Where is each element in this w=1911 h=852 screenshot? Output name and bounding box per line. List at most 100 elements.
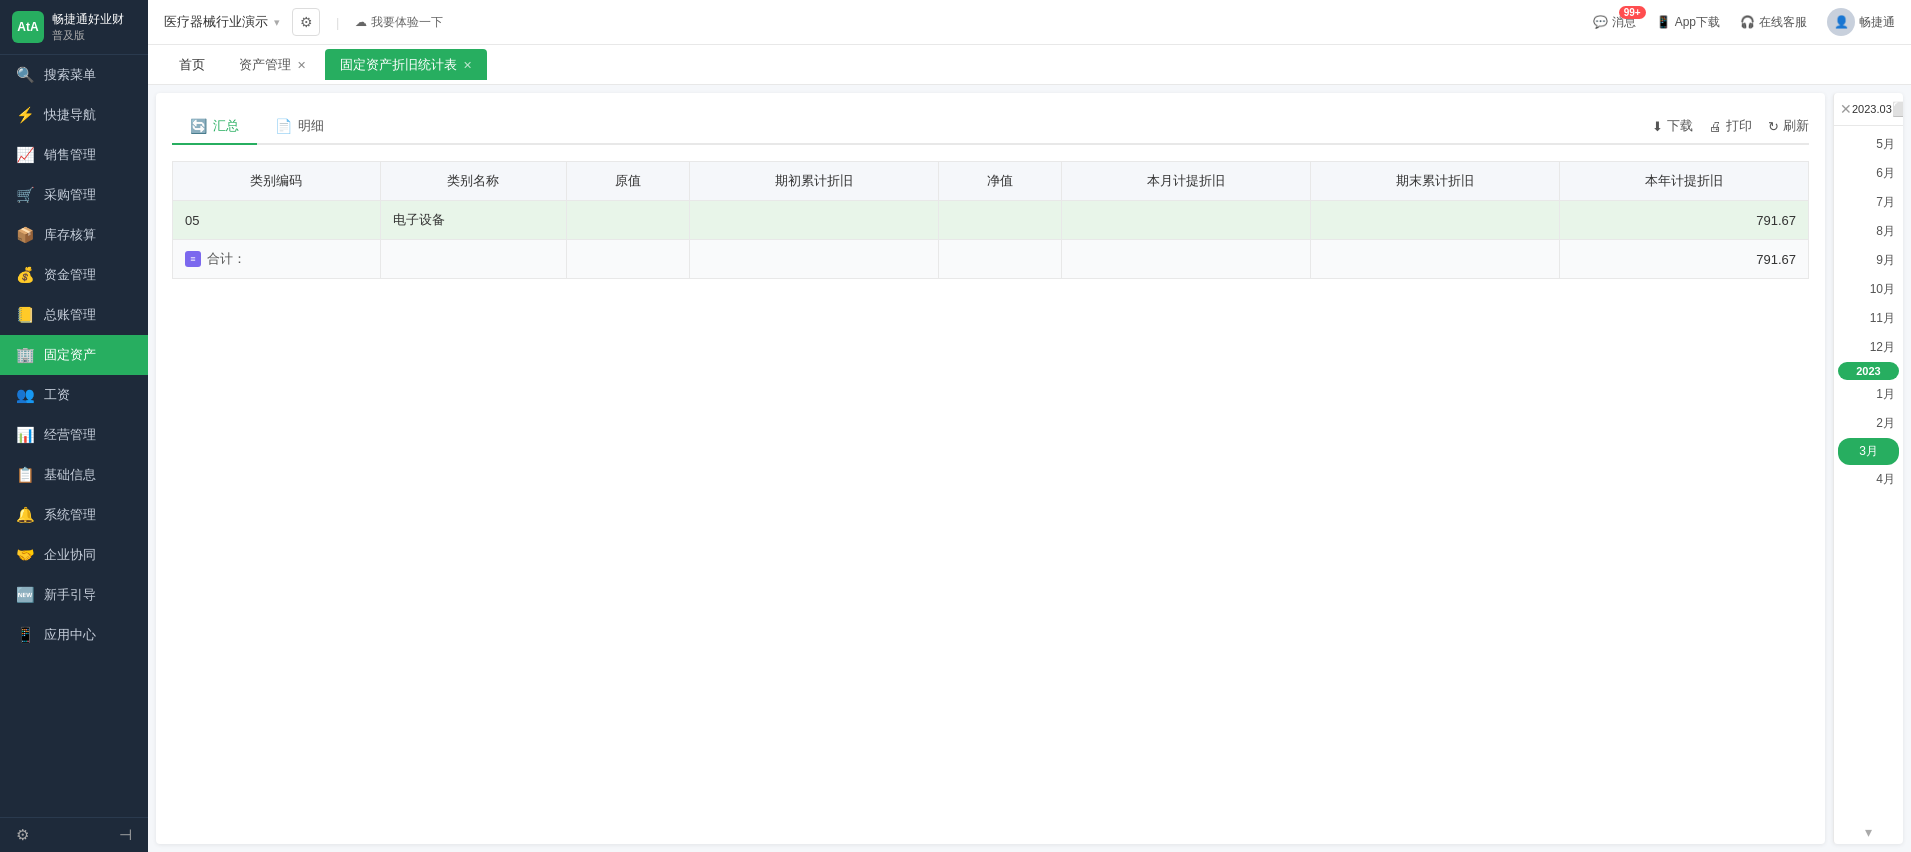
sidebar-item-enterprise[interactable]: 🤝 企业协同 [0,535,148,575]
enterprise-icon: 🤝 [16,546,34,564]
month-item-7[interactable]: 7月 [1834,188,1903,217]
sidebar-item-purchase[interactable]: 🛒 采购管理 [0,175,148,215]
print-icon: 🖨 [1709,119,1722,134]
total-label-cell: ≡ 合计： [173,240,381,279]
sub-tab-detail[interactable]: 📄 明细 [257,109,342,145]
content-area: 🔄 汇总 📄 明细 ⬇ 下载 🖨 打印 [148,85,1911,852]
refresh-icon: ↻ [1768,119,1779,134]
print-btn[interactable]: 🖨 打印 [1709,117,1752,135]
col-header-monthly-dep: 本月计提折旧 [1062,162,1311,201]
inventory-icon: 📦 [16,226,34,244]
cell-code: 05 [173,201,381,240]
settings-btn[interactable]: ⚙ [292,8,320,36]
logo-icon: AtA [12,11,44,43]
month-item-1[interactable]: 1月 [1834,380,1903,409]
payroll-icon: 👥 [16,386,34,404]
sidebar-item-basic-info[interactable]: 📋 基础信息 [0,455,148,495]
company-selector[interactable]: 医疗器械行业演示 ▾ [164,13,280,31]
user-avatar: 👤 [1827,8,1855,36]
col-header-net: 净值 [939,162,1062,201]
tab-home[interactable]: 首页 [164,49,220,80]
download-report-btn[interactable]: ⬇ 下载 [1652,117,1693,135]
month-item-2[interactable]: 2月 [1834,409,1903,438]
logo-text: 畅捷通好业财 普及版 [52,12,124,42]
sidebar-item-system[interactable]: 🔔 系统管理 [0,495,148,535]
sub-tab-summary[interactable]: 🔄 汇总 [172,109,257,145]
total-icon: ≡ [185,251,201,267]
sidebar-item-operations[interactable]: 📊 经营管理 [0,415,148,455]
message-btn[interactable]: 💬 消息 99+ [1593,14,1636,31]
sidebar-item-fixed-assets[interactable]: 🏢 固定资产 [0,335,148,375]
summary-icon: 🔄 [190,118,207,134]
sidebar-item-inventory[interactable]: 📦 库存核算 [0,215,148,255]
experience-btn[interactable]: ☁ 我要体验一下 [355,14,443,31]
col-header-annual-dep: 本年计提折旧 [1560,162,1809,201]
message-icon: 💬 [1593,15,1608,29]
download-btn[interactable]: 📱 App下载 [1656,14,1720,31]
table-row[interactable]: 05 电子设备 791.67 [173,201,1809,240]
sidebar-item-app-center[interactable]: 📱 应用中心 [0,615,148,655]
month-item-10[interactable]: 10月 [1834,275,1903,304]
user-menu[interactable]: 👤 畅捷通 [1827,8,1895,36]
toolbar: ⬇ 下载 🖨 打印 ↻ 刷新 [1652,117,1809,135]
side-panel-close-btn[interactable]: ✕ [1840,101,1852,117]
basic-info-icon: 📋 [16,466,34,484]
sidebar-item-payroll[interactable]: 👥 工资 [0,375,148,415]
breadcrumb-tabs: 首页 资产管理 ✕ 固定资产折旧统计表 ✕ [148,45,1911,85]
tab-fixed-asset-report[interactable]: 固定资产折旧统计表 ✕ [325,49,487,80]
main-area: 医疗器械行业演示 ▾ ⚙ | ☁ 我要体验一下 💬 消息 99+ 📱 App下载… [148,0,1911,852]
sidebar-item-ledger[interactable]: 📒 总账管理 [0,295,148,335]
operations-icon: 📊 [16,426,34,444]
settings-footer-btn[interactable]: ⚙ [16,826,29,844]
total-period-dep [1311,240,1560,279]
cell-net [939,201,1062,240]
finance-icon: 💰 [16,266,34,284]
total-net [939,240,1062,279]
download-report-icon: ⬇ [1652,119,1663,134]
app-logo: AtA 畅捷通好业财 普及版 [0,0,148,55]
month-item-3[interactable]: 3月 [1838,438,1899,465]
service-icon: 🎧 [1740,15,1755,29]
sidebar-item-finance[interactable]: 💰 资金管理 [0,255,148,295]
side-panel-scroll: 5月 6月 7月 8月 9月 10月 11月 12月 2023 1月 2月 3月… [1834,126,1903,820]
month-item-12[interactable]: 12月 [1834,333,1903,362]
month-item-11[interactable]: 11月 [1834,304,1903,333]
tab-asset-mgmt[interactable]: 资产管理 ✕ [224,49,321,80]
month-item-6[interactable]: 6月 [1834,159,1903,188]
month-item-4[interactable]: 4月 [1834,465,1903,494]
cell-acc-dep [690,201,939,240]
cell-annual-dep: 791.67 [1560,201,1809,240]
download-icon: 📱 [1656,15,1671,29]
month-item-9[interactable]: 9月 [1834,246,1903,275]
sidebar-item-guide[interactable]: 🆕 新手引导 [0,575,148,615]
purchase-icon: 🛒 [16,186,34,204]
month-item-5[interactable]: 5月 [1834,130,1903,159]
total-row: ≡ 合计： 791.67 [173,240,1809,279]
top-nav: 医疗器械行业演示 ▾ ⚙ | ☁ 我要体验一下 💬 消息 99+ 📱 App下载… [148,0,1911,45]
ledger-icon: 📒 [16,306,34,324]
company-dropdown-icon: ▾ [274,16,280,29]
cell-name: 电子设备 [380,201,566,240]
col-header-code: 类别编码 [173,162,381,201]
month-item-8[interactable]: 8月 [1834,217,1903,246]
total-name [380,240,566,279]
col-header-name: 类别名称 [380,162,566,201]
tab-fixed-asset-report-close[interactable]: ✕ [463,59,472,72]
refresh-btn[interactable]: ↻ 刷新 [1768,117,1809,135]
sidebar-item-search[interactable]: 🔍 搜索菜单 [0,55,148,95]
side-panel-title: 2023.03 [1852,103,1892,115]
sidebar-item-sales[interactable]: 📈 销售管理 [0,135,148,175]
service-btn[interactable]: 🎧 在线客服 [1740,14,1807,31]
collapse-sidebar-btn[interactable]: ⊣ [119,826,132,844]
col-header-period-dep: 期末累计折旧 [1311,162,1560,201]
sidebar-item-quick-nav[interactable]: ⚡ 快捷导航 [0,95,148,135]
side-panel-expand-btn[interactable]: ⬜ [1892,101,1903,117]
tab-asset-mgmt-close[interactable]: ✕ [297,59,306,72]
cloud-icon: ☁ [355,15,367,29]
sidebar: AtA 畅捷通好业财 普及版 🔍 搜索菜单 ⚡ 快捷导航 📈 销售管理 🛒 采购… [0,0,148,852]
search-icon: 🔍 [16,66,34,84]
side-panel-header: ✕ 2023.03 ⬜ [1834,93,1903,126]
sidebar-footer: ⚙ ⊣ [0,817,148,852]
total-acc-dep [690,240,939,279]
side-panel-scroll-down[interactable]: ▾ [1834,820,1903,844]
